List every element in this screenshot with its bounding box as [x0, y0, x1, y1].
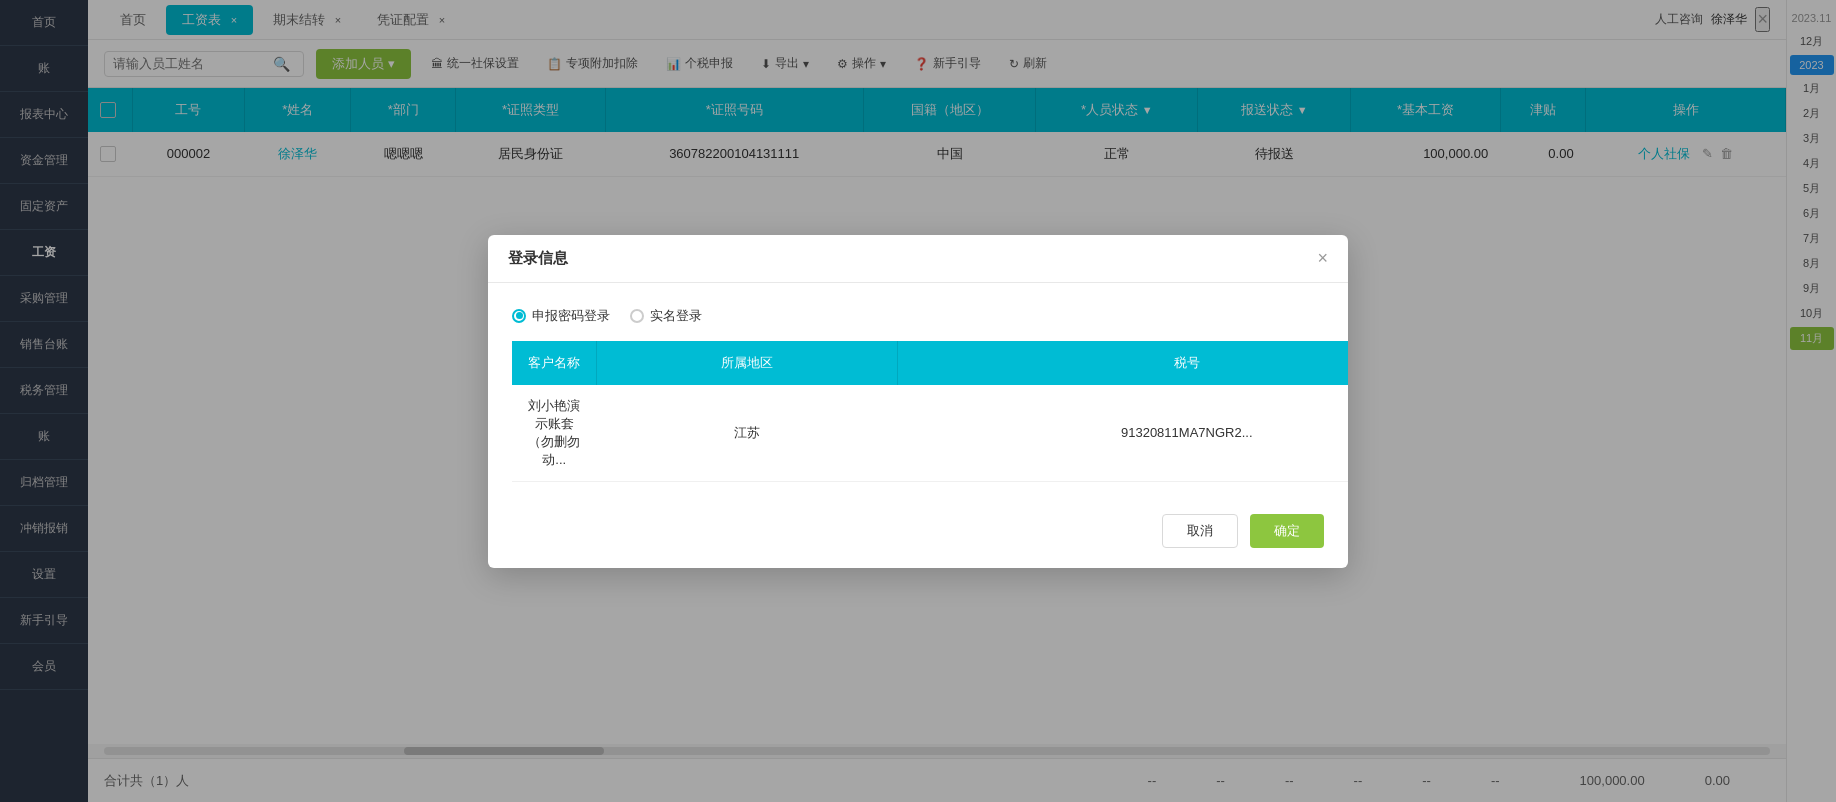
radio-password-dot [512, 309, 526, 323]
modal-col-name: 客户名称 [512, 341, 597, 385]
radio-realname-dot [630, 309, 644, 323]
login-type-radio-group: 申报密码登录 实名登录 [512, 307, 1324, 325]
modal-title: 登录信息 [508, 249, 568, 268]
modal-header: 登录信息 × [488, 235, 1348, 283]
modal-col-region: 所属地区 [597, 341, 898, 385]
radio-realname-login[interactable]: 实名登录 [630, 307, 702, 325]
modal-overlay: 登录信息 × 申报密码登录 实名登录 客户名称 所属地区 [0, 0, 1836, 802]
confirm-button[interactable]: 确定 [1250, 514, 1324, 548]
modal-tax-no: 91320811MA7NGR2... [897, 385, 1348, 482]
modal-table-row: 刘小艳演示账套（勿删勿动... 江苏 91320811MA7NGR2... 请输… [512, 385, 1348, 482]
radio-password-login[interactable]: 申报密码登录 [512, 307, 610, 325]
cancel-button[interactable]: 取消 [1162, 514, 1238, 548]
modal-region: 江苏 [597, 385, 898, 482]
modal-body: 申报密码登录 实名登录 客户名称 所属地区 税号 个税密码 [488, 283, 1348, 498]
modal-client-name: 刘小艳演示账套（勿删勿动... [512, 385, 597, 482]
login-info-modal: 登录信息 × 申报密码登录 实名登录 客户名称 所属地区 [488, 235, 1348, 568]
modal-col-tax-no: 税号 [897, 341, 1348, 385]
modal-footer: 取消 确定 [488, 498, 1348, 568]
modal-close-btn[interactable]: × [1317, 248, 1328, 269]
modal-table: 客户名称 所属地区 税号 个税密码 刘小艳演示账套（勿删勿动... 江苏 913… [512, 341, 1348, 482]
